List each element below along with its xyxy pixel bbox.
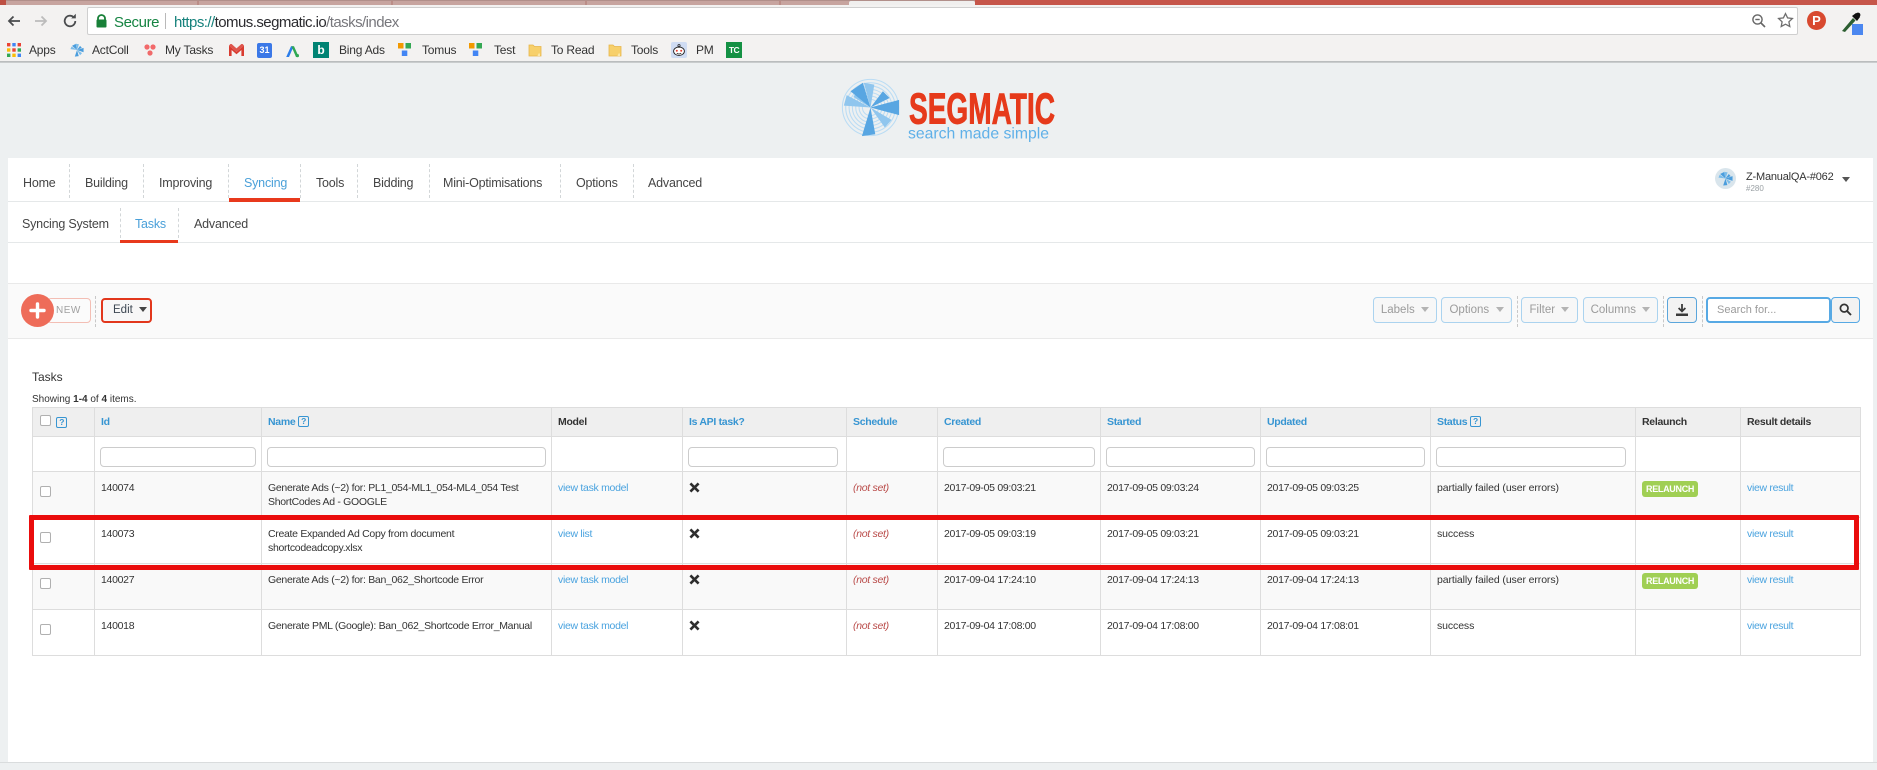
svg-text:search made simple: search made simple [908,126,1049,143]
